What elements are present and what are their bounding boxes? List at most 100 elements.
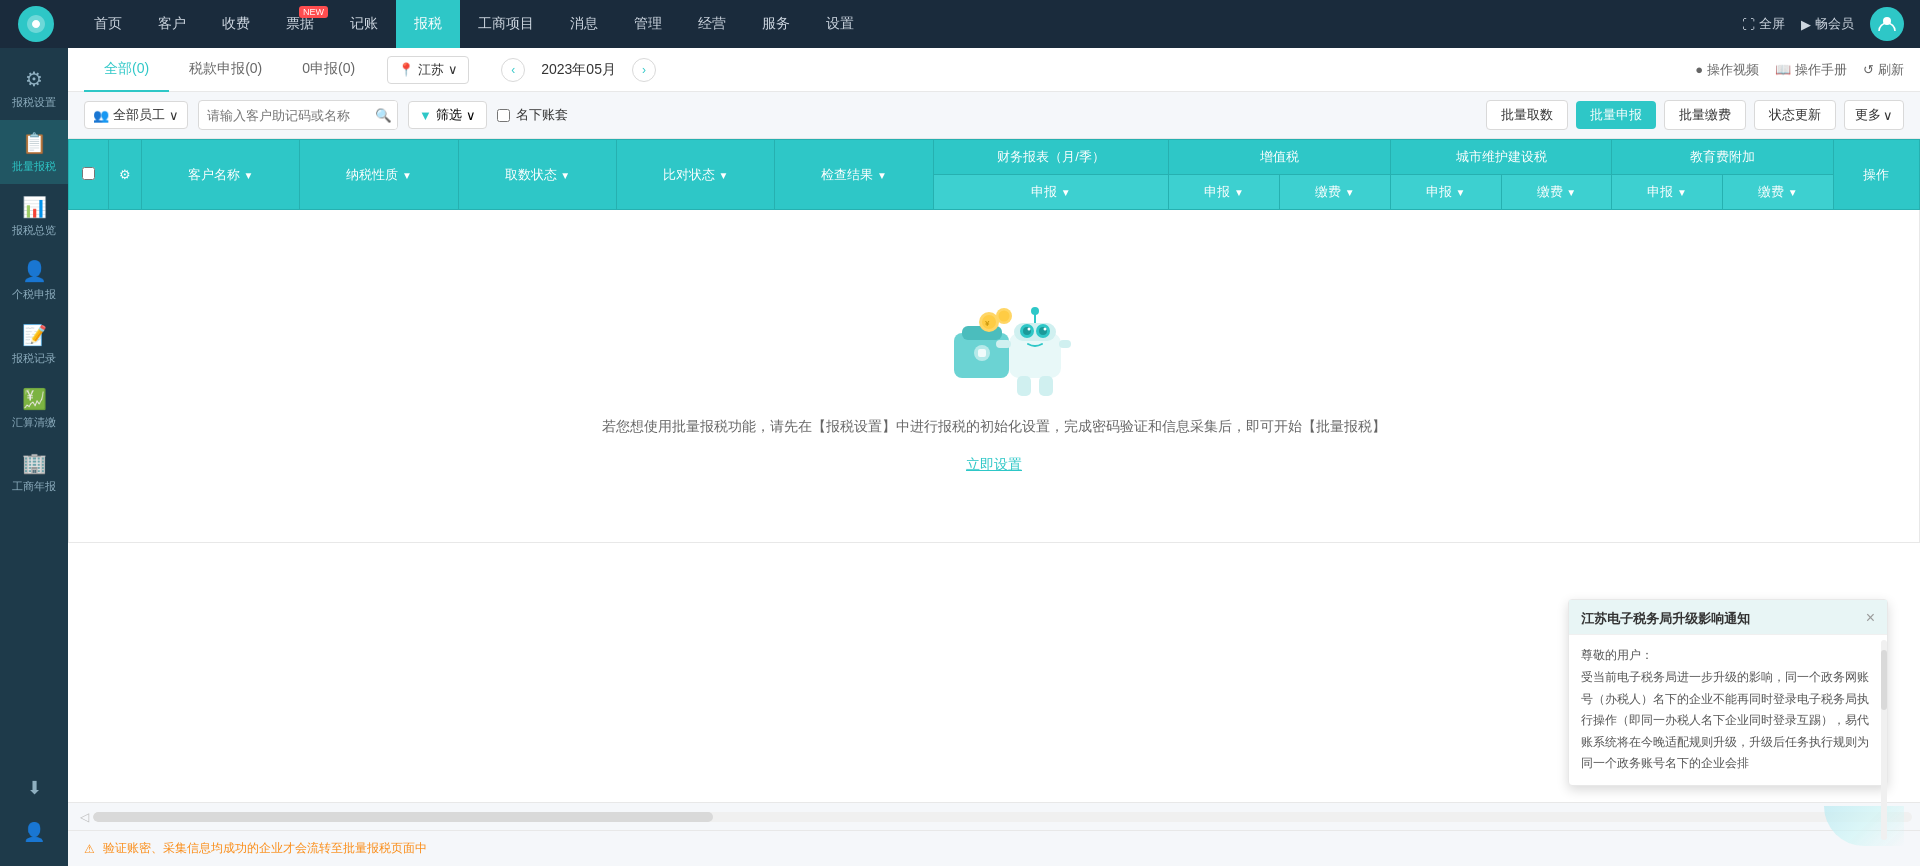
col-check-result: 检查结果 ▼	[775, 140, 933, 210]
settings-col-icon[interactable]: ⚙	[119, 167, 131, 182]
nav-message[interactable]: 消息	[552, 0, 616, 48]
col-vat-declare-filter-icon[interactable]: ▼	[1234, 187, 1244, 198]
col-education-fee: 教育费附加	[1612, 140, 1834, 175]
col-finance-filter-icon[interactable]: ▼	[1061, 187, 1071, 198]
province-select[interactable]: 📍 江苏 ∨	[387, 56, 469, 84]
search-input[interactable]	[199, 104, 369, 127]
logo-icon	[18, 6, 54, 42]
fullscreen-btn[interactable]: ⛶ 全屏	[1742, 15, 1785, 33]
table-bottom-bar: ◁	[68, 802, 1920, 830]
scrollbar-thumb	[93, 812, 713, 822]
col-fetch-filter-icon[interactable]: ▼	[560, 170, 570, 181]
col-vat: 增值税	[1169, 140, 1391, 175]
vip-label: 畅会员	[1815, 15, 1854, 33]
nav-billing[interactable]: 收费	[204, 0, 268, 48]
col-tax-type-filter-icon[interactable]: ▼	[402, 170, 412, 181]
search-button[interactable]: 🔍	[369, 101, 397, 129]
sidebar-item-tax-settings[interactable]: ⚙ 报税设置	[0, 56, 68, 120]
logo[interactable]	[16, 4, 56, 44]
col-edu-pay-filter-icon[interactable]: ▼	[1788, 187, 1798, 198]
refresh-btn[interactable]: ↺ 刷新	[1863, 61, 1904, 79]
province-label: 江苏	[418, 61, 444, 79]
filter-icon: ▼	[419, 108, 432, 123]
employee-label: 全部员工	[113, 106, 165, 124]
col-vat-declare: 申报 ▼	[1169, 175, 1280, 210]
employee-select[interactable]: 👥 全部员工 ∨	[84, 101, 188, 129]
sidebar-item-settlement[interactable]: 💹 汇算清缴	[0, 376, 68, 440]
sidebar-item-annual-report[interactable]: 🏢 工商年报	[0, 440, 68, 504]
profile-icon[interactable]: 👤	[16, 814, 52, 850]
notification-box: 江苏电子税务局升级影响通知 × 尊敬的用户： 受当前电子税务局进一步升级的影响，…	[1568, 599, 1888, 786]
batch-declare-btn[interactable]: 批量申报	[1576, 101, 1656, 129]
horizontal-scrollbar[interactable]	[93, 812, 1912, 822]
status-update-btn[interactable]: 状态更新	[1754, 100, 1836, 130]
avatar[interactable]	[1870, 7, 1904, 41]
province-dropdown-icon: ∨	[448, 62, 458, 77]
more-btn[interactable]: 更多 ∨	[1844, 100, 1904, 130]
scroll-left-btn[interactable]: ◁	[76, 810, 93, 824]
current-month: 2023年05月	[541, 61, 616, 79]
col-city-pay-filter-icon[interactable]: ▼	[1566, 187, 1576, 198]
tab-tax-declare[interactable]: 税款申报(0)	[169, 48, 282, 92]
nav-operation[interactable]: 经营	[680, 0, 744, 48]
col-city-declare-filter-icon[interactable]: ▼	[1456, 187, 1466, 198]
data-table: ⚙ 客户名称 ▼ 纳税性质 ▼ 取数状态 ▼	[68, 139, 1920, 543]
col-edu-declare-filter-icon[interactable]: ▼	[1677, 187, 1687, 198]
setup-link[interactable]: 立即设置	[966, 456, 1022, 474]
bottom-warning-bar: ⚠ 验证账密、采集信息均成功的企业才会流转至批量报税页面中	[68, 830, 1920, 866]
nav-invoice[interactable]: 票据 NEW	[268, 0, 332, 48]
sidebar-item-batch-tax[interactable]: 📋 批量报税	[0, 120, 68, 184]
operation-video-btn[interactable]: ● 操作视频	[1695, 61, 1759, 79]
col-compare-filter-icon[interactable]: ▼	[719, 170, 729, 181]
batch-pay-btn[interactable]: 批量缴费	[1664, 100, 1746, 130]
sidebar-item-tax-records[interactable]: 📝 报税记录	[0, 312, 68, 376]
tab-all[interactable]: 全部(0)	[84, 48, 169, 92]
nav-tax[interactable]: 报税	[396, 0, 460, 48]
prev-month-btn[interactable]: ‹	[501, 58, 525, 82]
col-city-pay: 缴费 ▼	[1501, 175, 1612, 210]
tab-zero-count: 0	[343, 60, 351, 76]
svg-rect-20	[1017, 376, 1031, 396]
nav-service[interactable]: 服务	[744, 0, 808, 48]
svg-point-17	[1044, 328, 1047, 331]
col-vat-pay-filter-icon[interactable]: ▼	[1345, 187, 1355, 198]
col-finance-report: 财务报表（月/季）	[933, 140, 1168, 175]
col-client-filter-icon[interactable]: ▼	[244, 170, 254, 181]
svg-rect-21	[1039, 376, 1053, 396]
svg-rect-4	[978, 349, 986, 357]
empty-state: ¥	[79, 218, 1909, 534]
batch-fetch-btn[interactable]: 批量取数	[1486, 100, 1568, 130]
svg-rect-19	[1059, 340, 1071, 348]
notification-close-btn[interactable]: ×	[1866, 610, 1875, 626]
employee-dropdown-icon: ∨	[169, 108, 179, 123]
new-badge: NEW	[299, 6, 328, 18]
operation-manual-btn[interactable]: 📖 操作手册	[1775, 61, 1847, 79]
col-check-filter-icon[interactable]: ▼	[877, 170, 887, 181]
warning-text: 验证账密、采集信息均成功的企业才会流转至批量报税页面中	[103, 840, 427, 857]
checkbox-text: 名下账套	[516, 106, 568, 124]
filter-btn[interactable]: ▼ 筛选 ∨	[408, 101, 487, 129]
nav-accounting[interactable]: 记账	[332, 0, 396, 48]
col-finance-declare: 申报 ▼	[933, 175, 1168, 210]
tax-overview-icon: 📊	[22, 195, 47, 219]
notification-content: 受当前电子税务局进一步升级的影响，同一个政务网账号（办税人）名下的企业不能再同时…	[1581, 667, 1875, 775]
warning-icon: ⚠	[84, 842, 95, 856]
vip-btn[interactable]: ▶ 畅会员	[1801, 15, 1854, 33]
next-month-btn[interactable]: ›	[632, 58, 656, 82]
checkbox-input[interactable]	[497, 109, 510, 122]
tab-zero-declare[interactable]: 0申报(0)	[282, 48, 375, 92]
svg-point-9	[999, 311, 1010, 322]
nav-home[interactable]: 首页	[76, 0, 140, 48]
col-edu-declare: 申报 ▼	[1612, 175, 1723, 210]
nav-manage[interactable]: 管理	[616, 0, 680, 48]
sidebar-item-personal-tax[interactable]: 👤 个税申报	[0, 248, 68, 312]
download-icon[interactable]: ⬇	[16, 770, 52, 806]
nav-business[interactable]: 工商项目	[460, 0, 552, 48]
sidebar-item-tax-overview[interactable]: 📊 报税总览	[0, 184, 68, 248]
nav-client[interactable]: 客户	[140, 0, 204, 48]
svg-rect-18	[996, 340, 1011, 348]
select-all-checkbox[interactable]	[82, 167, 95, 180]
nav-settings[interactable]: 设置	[808, 0, 872, 48]
col-edu-pay: 缴费 ▼	[1723, 175, 1834, 210]
checkbox-label[interactable]: 名下账套	[497, 106, 568, 124]
